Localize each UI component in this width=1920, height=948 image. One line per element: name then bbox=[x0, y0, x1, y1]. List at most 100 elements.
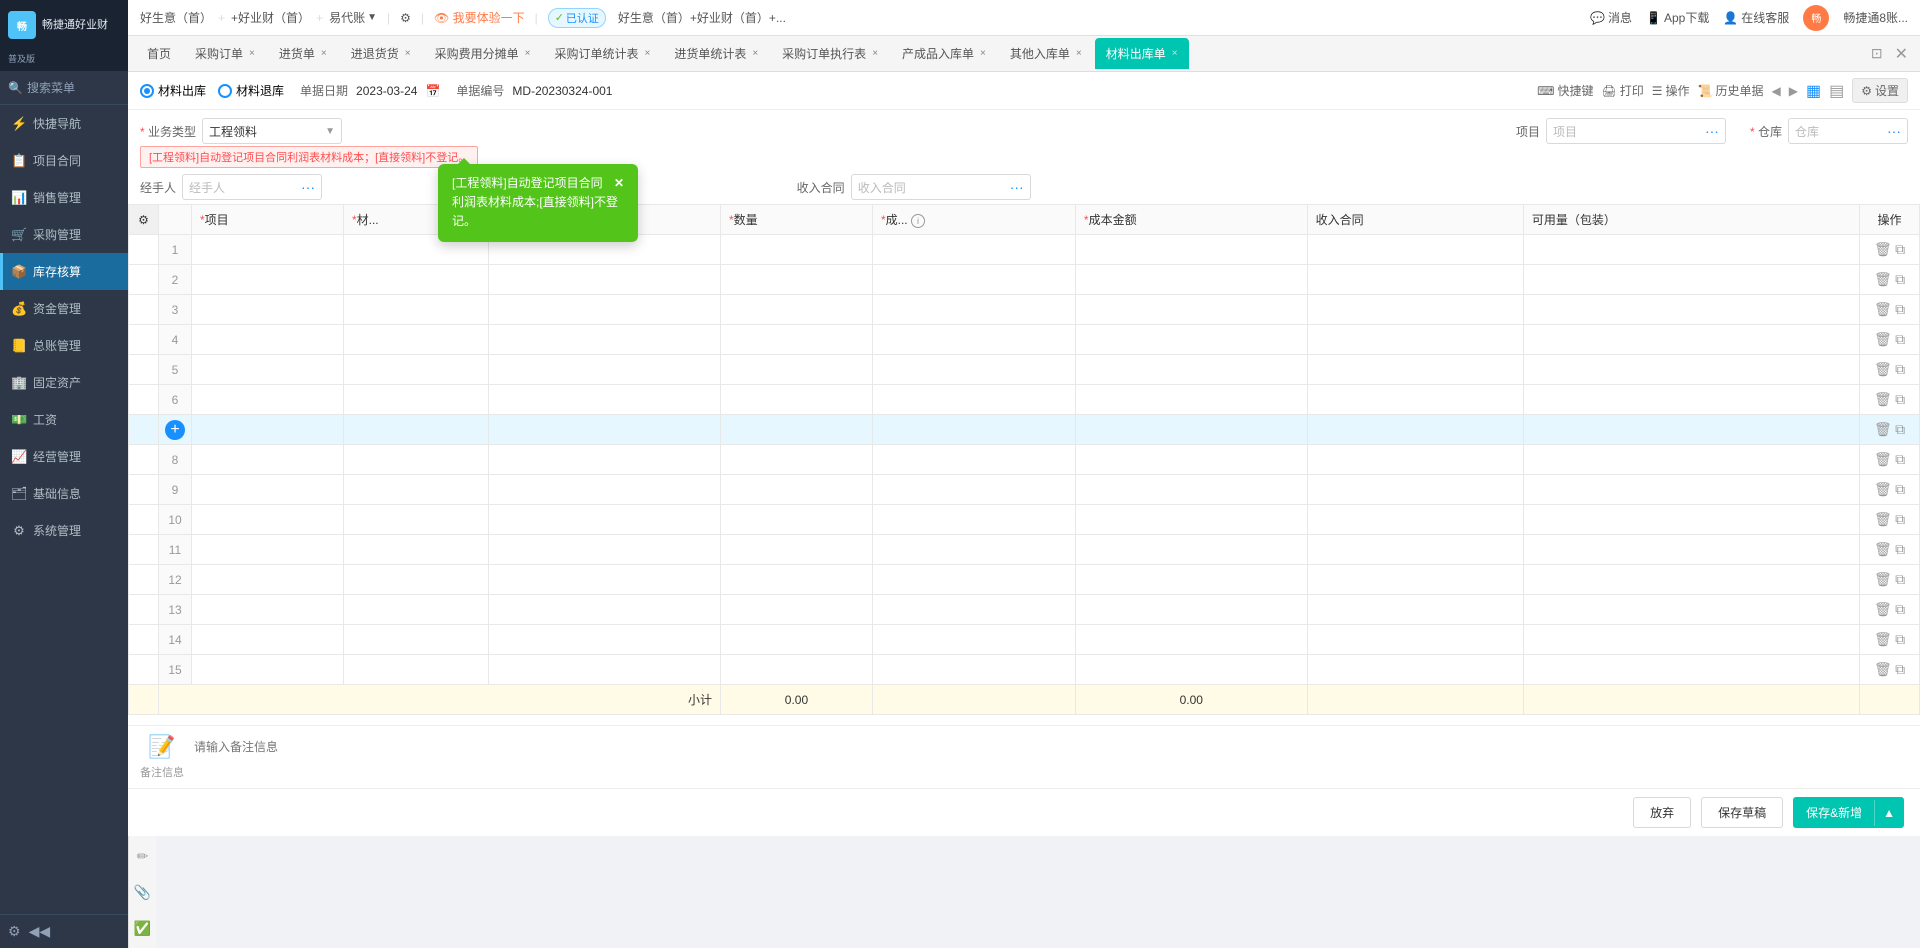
delete-icon-3[interactable]: 🗑 bbox=[1874, 301, 1892, 317]
top-nav-good-finance[interactable]: +好业财（首） bbox=[231, 9, 310, 26]
row-available-2[interactable] bbox=[1523, 265, 1859, 295]
row-project-1[interactable] bbox=[192, 235, 344, 265]
tab-close-purchase-order[interactable]: × bbox=[249, 48, 255, 59]
delete-icon-5[interactable]: 🗑 bbox=[1874, 361, 1892, 377]
business-type-select[interactable]: 工程领料 ▼ bbox=[202, 118, 342, 144]
radio-material-return[interactable]: 材料退库 bbox=[218, 82, 284, 99]
tab-purchase-order[interactable]: 采购订单 × bbox=[184, 38, 266, 69]
delete-icon-14[interactable]: 🗑 bbox=[1874, 631, 1892, 647]
search-menu[interactable]: 🔍 搜索菜单 bbox=[0, 71, 128, 105]
sidebar-item-fixed-assets[interactable]: 🏢 固定资产 bbox=[0, 364, 128, 401]
tab-finished-goods[interactable]: 产成品入库单 × bbox=[891, 38, 997, 69]
prev-doc-btn[interactable]: ◀ bbox=[1772, 84, 1781, 98]
tooltip-close-btn[interactable]: ✕ bbox=[614, 174, 624, 193]
income-contract-select[interactable]: 收入合同 ··· bbox=[851, 174, 1031, 200]
settings-icon[interactable]: ⚙ bbox=[8, 923, 21, 940]
row-cost-amount-2[interactable] bbox=[1075, 265, 1307, 295]
row-material-2[interactable] bbox=[343, 265, 488, 295]
sidebar-item-accounting[interactable]: 📒 总账管理 bbox=[0, 327, 128, 364]
top-nav-more[interactable]: 好生意（首）+好业财（首）+... bbox=[618, 9, 786, 26]
delete-icon-13[interactable]: 🗑 bbox=[1874, 601, 1892, 617]
history-btn[interactable]: 📜 历史单据 bbox=[1698, 82, 1764, 99]
delete-icon-6[interactable]: 🗑 bbox=[1874, 391, 1892, 407]
tab-home[interactable]: 首页 bbox=[136, 38, 182, 69]
maximize-icon[interactable]: ⊡ bbox=[1867, 45, 1887, 62]
list-view-icon[interactable]: ▤ bbox=[1829, 81, 1844, 101]
tab-purchase-stats[interactable]: 采购订单统计表 × bbox=[543, 38, 661, 69]
warehouse-dots[interactable]: ··· bbox=[1887, 123, 1901, 139]
delete-icon-2[interactable]: 🗑 bbox=[1874, 271, 1892, 287]
tab-close-goods-return[interactable]: × bbox=[405, 48, 411, 59]
tab-close-material-out[interactable]: × bbox=[1172, 48, 1178, 59]
copy-icon-6[interactable]: ⧉ bbox=[1895, 391, 1905, 407]
copy-icon-14[interactable]: ⧉ bbox=[1895, 631, 1905, 647]
tab-close-goods-stats[interactable]: × bbox=[752, 48, 758, 59]
row-quantity-2[interactable] bbox=[721, 265, 873, 295]
tab-close-purchase-fee[interactable]: × bbox=[525, 48, 531, 59]
row-available-1[interactable] bbox=[1523, 235, 1859, 265]
row-unit-2[interactable] bbox=[489, 265, 721, 295]
copy-icon-12[interactable]: ⧉ bbox=[1895, 571, 1905, 587]
top-nav-agent[interactable]: 易代账 ▼ bbox=[329, 9, 377, 26]
cost-info-icon[interactable]: i bbox=[911, 214, 925, 228]
operations-btn[interactable]: ☰ 操作 bbox=[1652, 82, 1690, 99]
tab-goods-return[interactable]: 进退货货 × bbox=[340, 38, 422, 69]
tab-close-purchase-stats[interactable]: × bbox=[644, 48, 650, 59]
income-contract-dots[interactable]: ··· bbox=[1010, 179, 1024, 195]
grid-view-icon[interactable]: ▦ bbox=[1806, 81, 1821, 101]
radio-material-out[interactable]: 材料出库 bbox=[140, 82, 206, 99]
customer-service-btn[interactable]: 👤 在线客服 bbox=[1723, 9, 1789, 26]
next-doc-btn[interactable]: ▶ bbox=[1789, 84, 1798, 98]
copy-icon-1[interactable]: ⧉ bbox=[1895, 241, 1905, 257]
tab-purchase-fee[interactable]: 采购费用分摊单 × bbox=[424, 38, 542, 69]
project-dots[interactable]: ··· bbox=[1705, 123, 1719, 139]
date-value[interactable]: 2023-03-24 bbox=[356, 84, 417, 98]
tab-close-order-execution[interactable]: × bbox=[872, 48, 878, 59]
save-new-main-btn[interactable]: 保存&新增 bbox=[1794, 798, 1874, 827]
app-download-btn[interactable]: 📱 App下载 bbox=[1646, 9, 1709, 26]
row-cost-amount-1[interactable] bbox=[1075, 235, 1307, 265]
sidebar-item-purchase[interactable]: 🛒 采购管理 bbox=[0, 216, 128, 253]
copy-icon-3[interactable]: ⧉ bbox=[1895, 301, 1905, 317]
delete-icon-15[interactable]: 🗑 bbox=[1874, 661, 1892, 677]
right-edit-icon[interactable]: ✏ bbox=[131, 844, 155, 868]
copy-icon-4[interactable]: ⧉ bbox=[1895, 331, 1905, 347]
project-select[interactable]: 项目 ··· bbox=[1546, 118, 1726, 144]
delete-icon-1[interactable]: 🗑 bbox=[1874, 241, 1892, 257]
sidebar-item-salary[interactable]: 💵 工资 bbox=[0, 401, 128, 438]
row-quantity-1[interactable] bbox=[721, 235, 873, 265]
row-contract-2[interactable] bbox=[1307, 265, 1523, 295]
save-new-arrow-btn[interactable]: ▲ bbox=[1874, 800, 1903, 826]
tab-bar-close-btn[interactable]: ✕ bbox=[1891, 44, 1912, 64]
copy-icon-11[interactable]: ⧉ bbox=[1895, 541, 1905, 557]
copy-icon-5[interactable]: ⧉ bbox=[1895, 361, 1905, 377]
user-avatar[interactable]: 畅 bbox=[1803, 5, 1829, 31]
row-active-material[interactable] bbox=[343, 415, 488, 445]
th-settings[interactable]: ⚙ bbox=[129, 205, 159, 235]
right-check-icon[interactable]: ✅ bbox=[131, 916, 155, 940]
tab-purchase-goods[interactable]: 进货单 × bbox=[268, 38, 338, 69]
tab-other-stock-in[interactable]: 其他入库单 × bbox=[999, 38, 1093, 69]
right-attachment-icon[interactable]: 📎 bbox=[131, 880, 155, 904]
tab-close-other-stock-in[interactable]: × bbox=[1076, 48, 1082, 59]
copy-icon-13[interactable]: ⧉ bbox=[1895, 601, 1905, 617]
copy-icon-9[interactable]: ⧉ bbox=[1895, 481, 1905, 497]
sidebar-item-finance[interactable]: 💰 资金管理 bbox=[0, 290, 128, 327]
delete-icon-9[interactable]: 🗑 bbox=[1874, 481, 1892, 497]
shortcut-btn[interactable]: ⌨ 快捷键 bbox=[1537, 82, 1593, 99]
delete-icon-12[interactable]: 🗑 bbox=[1874, 571, 1892, 587]
sidebar-item-project-contract[interactable]: 📋 项目合同 bbox=[0, 142, 128, 179]
delete-icon-7[interactable]: 🗑 bbox=[1874, 421, 1892, 437]
tab-close-finished-goods[interactable]: × bbox=[980, 48, 986, 59]
copy-icon-2[interactable]: ⧉ bbox=[1895, 271, 1905, 287]
save-draft-button[interactable]: 保存草稿 bbox=[1701, 797, 1783, 828]
row-project-2[interactable] bbox=[192, 265, 344, 295]
manager-dots[interactable]: ··· bbox=[301, 179, 315, 195]
row-cost-2[interactable] bbox=[872, 265, 1075, 295]
sidebar-item-sales[interactable]: 📊 销售管理 bbox=[0, 179, 128, 216]
sidebar-item-operations[interactable]: 📈 经营管理 bbox=[0, 438, 128, 475]
page-settings-btn[interactable]: ⚙ 设置 bbox=[1852, 78, 1908, 103]
sidebar-item-basic-info[interactable]: 🗂 基础信息 bbox=[0, 475, 128, 512]
tab-order-execution[interactable]: 采购订单执行表 × bbox=[771, 38, 889, 69]
sidebar-item-inventory[interactable]: 📦 库存核算 bbox=[0, 253, 128, 290]
